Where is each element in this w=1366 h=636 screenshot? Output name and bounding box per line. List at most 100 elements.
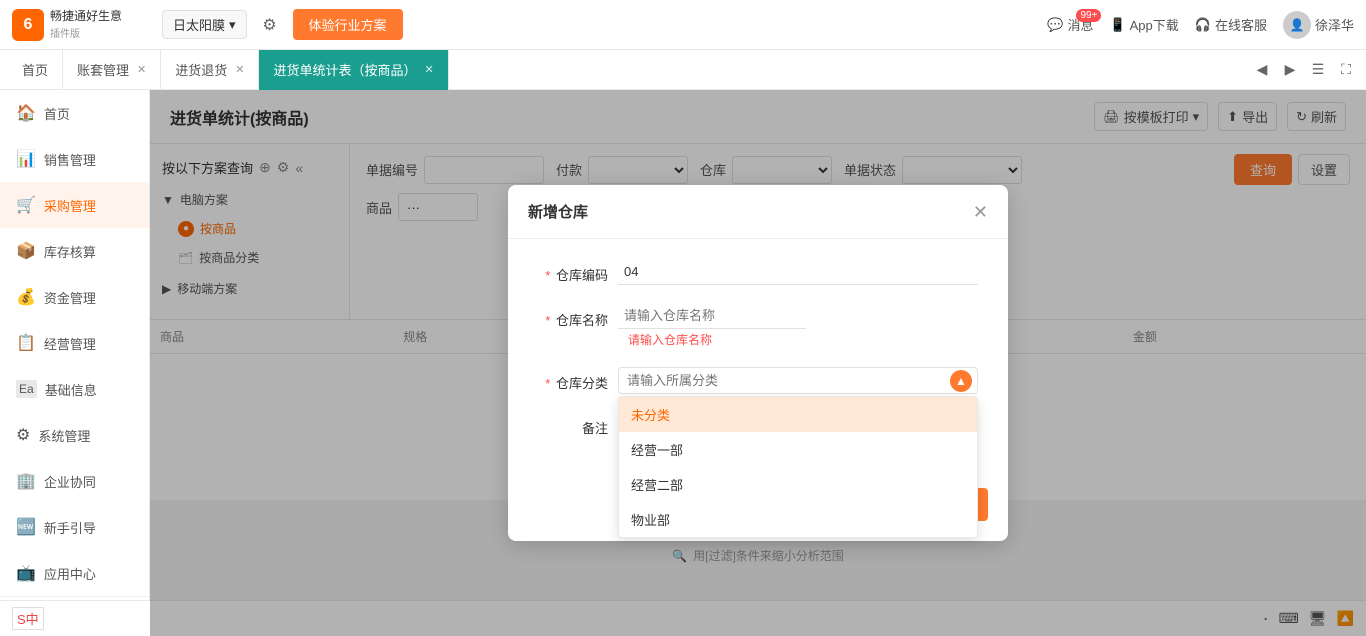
note-label: 备注	[538, 412, 618, 437]
sidebar-item-home[interactable]: 🏠 首页	[0, 90, 149, 136]
name-error-msg: 请输入仓库名称	[628, 333, 712, 347]
category-arrow-icon[interactable]: ▲	[950, 370, 972, 392]
tab-purchase-stats[interactable]: 进货单统计表（按商品） ✕	[259, 50, 448, 90]
tab-controls: ◀ ▶ ☰ ⛶	[1250, 58, 1358, 82]
system-icon: ⚙	[16, 425, 30, 445]
dialog-body: * 仓库编码 * 仓库名称	[508, 239, 1008, 476]
sales-icon: 📊	[16, 149, 36, 169]
experience-btn[interactable]: 体验行业方案	[293, 9, 403, 40]
message-notification[interactable]: 💬 消息 99+	[1047, 15, 1093, 34]
sidebar-label-system: 系统管理	[38, 426, 90, 445]
basic-icon: Ea	[16, 380, 37, 398]
logo-text-block: 畅捷通好生意 插件版	[50, 9, 122, 40]
operation-icon: 📋	[16, 333, 36, 353]
logo-area: 6 畅捷通好生意 插件版	[12, 9, 162, 41]
home-icon: 🏠	[16, 103, 36, 123]
category-label: * 仓库分类	[538, 367, 618, 392]
code-label: * 仓库编码	[538, 259, 618, 284]
tab-home-label: 首页	[22, 60, 48, 79]
dropdown-item-3[interactable]: 物业部	[619, 502, 977, 537]
sidebar-item-app-center[interactable]: 📺 应用中心	[0, 550, 149, 596]
sidebar-label-inventory: 库存核算	[44, 242, 96, 261]
tab-expand-icon[interactable]: ⛶	[1334, 58, 1358, 82]
sidebar-item-inventory[interactable]: 📦 库存核算	[0, 228, 149, 274]
sidebar-label-finance: 资金管理	[44, 288, 96, 307]
settings-gear-icon[interactable]: ⚙	[255, 10, 285, 40]
tab-prev-icon[interactable]: ◀	[1250, 58, 1274, 82]
sidebar-label-app-center: 应用中心	[44, 564, 96, 583]
name-error-wrapper: 请输入仓库名称	[628, 331, 712, 349]
sidebar-label-home: 首页	[44, 104, 70, 123]
app-download-label: App下载	[1130, 15, 1179, 34]
app-logo-icon: 6	[12, 9, 44, 41]
sogou-icon[interactable]: S中	[12, 607, 44, 630]
top-header: 6 畅捷通好生意 插件版 日太阳膜 ▾ ⚙ 体验行业方案 💬 消息 99+ 📱 …	[0, 0, 1366, 50]
form-row-name-inner: * 仓库名称	[538, 303, 806, 329]
app-sub: 插件版	[50, 25, 122, 40]
enterprise-icon: 🏢	[16, 471, 36, 491]
finance-icon: 💰	[16, 287, 36, 307]
dropdown-item-0[interactable]: 未分类	[619, 397, 977, 432]
header-center: 日太阳膜 ▾ ⚙ 体验行业方案	[162, 9, 1047, 40]
message-icon: 💬	[1047, 17, 1063, 33]
store-selector[interactable]: 日太阳膜 ▾	[162, 10, 247, 39]
sidebar-item-enterprise[interactable]: 🏢 企业协同	[0, 458, 149, 504]
tab-account-close-icon[interactable]: ✕	[137, 63, 146, 76]
tab-next-icon[interactable]: ▶	[1278, 58, 1302, 82]
dropdown-arrow-icon: ▾	[229, 17, 236, 33]
tab-bar: 首页 账套管理 ✕ 进货退货 ✕ 进货单统计表（按商品） ✕ ◀ ▶ ☰ ⛶	[0, 50, 1366, 90]
warehouse-code-input[interactable]	[618, 259, 978, 285]
dialog-header: 新增仓库 ✕	[508, 185, 1008, 239]
sidebar-item-system[interactable]: ⚙ 系统管理	[0, 412, 149, 458]
bottom-left-icons: S中	[12, 607, 44, 630]
tab-purchase-stats-close-icon[interactable]: ✕	[425, 63, 434, 76]
tab-home[interactable]: 首页	[8, 50, 63, 90]
warehouse-name-input[interactable]	[618, 303, 806, 329]
main-layout: 🏠 首页 📊 销售管理 🛒 采购管理 📦 库存核算 💰 资金管理 📋 经营管理 …	[0, 90, 1366, 636]
category-input-wrapper: ▲ 未分类 经营一部 经营二部 物业部	[618, 367, 978, 394]
headset-icon: 🎧	[1195, 17, 1211, 33]
tab-purchase-return-close-icon[interactable]: ✕	[235, 63, 244, 76]
inventory-icon: 📦	[16, 241, 36, 261]
sidebar-item-purchase[interactable]: 🛒 采购管理	[0, 182, 149, 228]
sidebar-item-operation[interactable]: 📋 经营管理	[0, 320, 149, 366]
app-download[interactable]: 📱 App下载	[1109, 15, 1178, 34]
user-name: 徐泽华	[1315, 15, 1354, 34]
dropdown-item-2[interactable]: 经营二部	[619, 467, 977, 502]
tab-purchase-stats-label: 进货单统计表（按商品）	[273, 60, 416, 79]
online-service-label: 在线客服	[1215, 15, 1267, 34]
purchase-icon: 🛒	[16, 195, 36, 215]
sidebar: 🏠 首页 📊 销售管理 🛒 采购管理 📦 库存核算 💰 资金管理 📋 经营管理 …	[0, 90, 150, 636]
warehouse-dialog: 新增仓库 ✕ * 仓库编码	[508, 185, 1008, 541]
category-input[interactable]	[618, 367, 978, 394]
store-name: 日太阳膜	[173, 15, 225, 34]
overlay: 新增仓库 ✕ * 仓库编码	[150, 90, 1366, 636]
sidebar-label-basic: 基础信息	[45, 380, 97, 399]
online-service[interactable]: 🎧 在线客服	[1195, 15, 1267, 34]
header-right: 💬 消息 99+ 📱 App下载 🎧 在线客服 👤 徐泽华	[1047, 11, 1354, 39]
phone-icon: 📱	[1109, 17, 1125, 33]
tab-account-label: 账套管理	[77, 60, 129, 79]
dialog-close-icon[interactable]: ✕	[973, 203, 988, 221]
app-name: 畅捷通好生意	[50, 9, 122, 25]
tab-purchase-return-label: 进货退货	[175, 60, 227, 79]
sidebar-label-operation: 经营管理	[44, 334, 96, 353]
tab-purchase-return[interactable]: 进货退货 ✕	[161, 50, 259, 90]
sidebar-item-finance[interactable]: 💰 资金管理	[0, 274, 149, 320]
category-dropdown: 未分类 经营一部 经营二部 物业部	[618, 396, 978, 538]
tab-menu-icon[interactable]: ☰	[1306, 58, 1330, 82]
sidebar-item-guide[interactable]: 🆕 新手引导	[0, 504, 149, 550]
app-center-icon: 📺	[16, 563, 36, 583]
sidebar-label-sales: 销售管理	[44, 150, 96, 169]
form-row-name: * 仓库名称 请输入仓库名称	[538, 303, 978, 349]
form-row-category: * 仓库分类 ▲ 未分类 经营一部 经营二部 物业部	[538, 367, 978, 394]
user-info[interactable]: 👤 徐泽华	[1283, 11, 1354, 39]
form-row-code: * 仓库编码	[538, 259, 978, 285]
name-label: * 仓库名称	[538, 304, 618, 329]
tab-account[interactable]: 账套管理 ✕	[63, 50, 161, 90]
dialog-title: 新增仓库	[528, 201, 588, 222]
sidebar-item-sales[interactable]: 📊 销售管理	[0, 136, 149, 182]
dropdown-item-1[interactable]: 经营一部	[619, 432, 977, 467]
sidebar-item-basic[interactable]: Ea 基础信息	[0, 366, 149, 412]
guide-icon: 🆕	[16, 517, 36, 537]
